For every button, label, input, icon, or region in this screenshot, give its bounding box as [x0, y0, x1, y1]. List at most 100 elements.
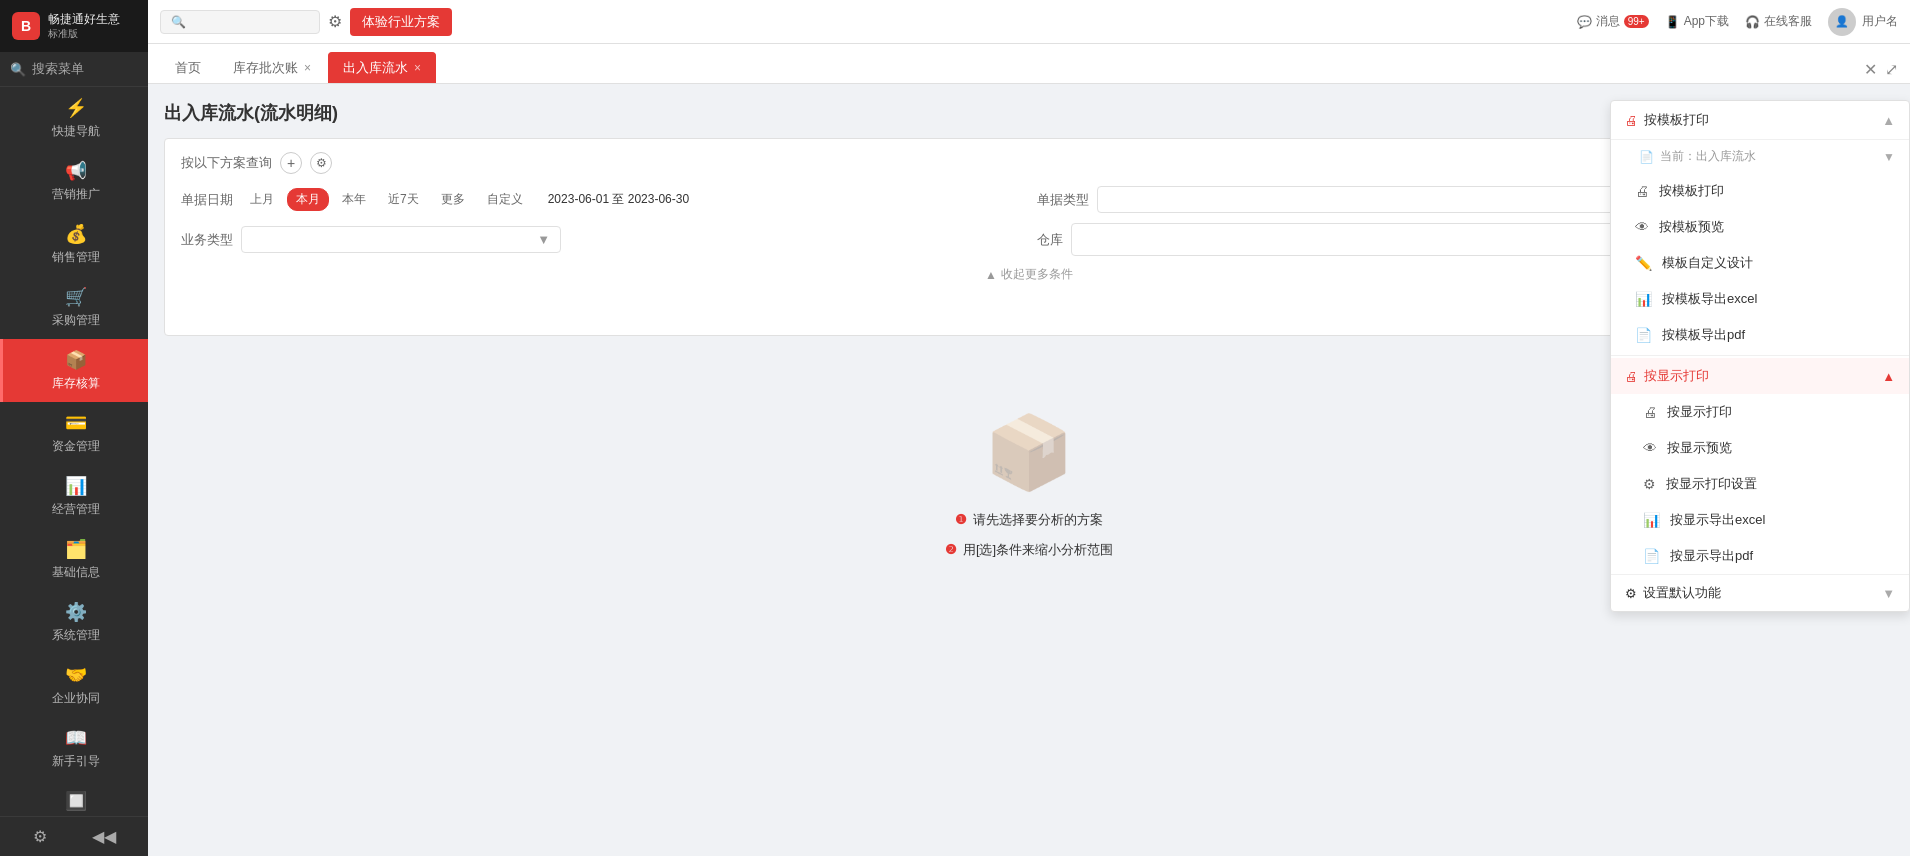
topbar-left: 🔍 ⚙ 体验行业方案 — [160, 8, 452, 36]
brand-sub: 标准版 — [48, 27, 120, 41]
biz-type-label: 业务类型 — [181, 231, 233, 249]
avatar: 👤 — [1828, 8, 1856, 36]
sidebar-item-guide[interactable]: 📖 新手引导 — [0, 717, 148, 780]
filter-settings-btn[interactable]: ⚙ — [310, 152, 332, 174]
marketing-icon: 📢 — [65, 160, 87, 182]
display-excel-label: 按显示导出excel — [1670, 511, 1765, 529]
tab-close-btn[interactable]: ✕ — [1864, 60, 1877, 79]
message-badge: 99+ — [1624, 15, 1649, 28]
message-item[interactable]: 💬 消息 99+ — [1577, 13, 1649, 30]
template-excel-icon: 📊 — [1635, 291, 1652, 307]
dropdown-subitem-display-excel[interactable]: 📊 按显示导出excel — [1611, 502, 1909, 538]
guide-label: 新手引导 — [52, 753, 100, 770]
dropdown-header-label: 按模板打印 — [1644, 111, 1709, 129]
template-pdf-icon: 📄 — [1635, 327, 1652, 343]
operations-icon: 📊 — [65, 475, 87, 497]
user-name: 用户名 — [1862, 13, 1898, 30]
industry-btn[interactable]: 体验行业方案 — [350, 8, 452, 36]
sidebar-item-operations[interactable]: 📊 经营管理 — [0, 465, 148, 528]
tab-inventory-batch-close[interactable]: × — [304, 61, 311, 75]
sidebar-item-system[interactable]: ⚙️ 系统管理 — [0, 591, 148, 654]
footer-settings-icon: ⚙ — [1625, 586, 1637, 601]
biz-type-arrow: ▼ — [537, 232, 550, 247]
display-settings-icon: ⚙ — [1643, 476, 1656, 492]
topbar: 🔍 ⚙ 体验行业方案 💬 消息 99+ 📱 App下载 🎧 在线客服 👤 — [148, 0, 1910, 44]
appstore-icon: 🔲 — [65, 790, 87, 812]
purchase-label: 采购管理 — [52, 312, 100, 329]
date-opt-last-month[interactable]: 上月 — [241, 188, 283, 211]
biz-type-select[interactable]: ▼ — [241, 226, 561, 253]
sidebar-item-inventory[interactable]: 📦 库存核算 — [0, 339, 148, 402]
dropdown-subitem-display-pdf[interactable]: 📄 按显示导出pdf — [1611, 538, 1909, 574]
dropdown-subitem-display-preview[interactable]: 👁 按显示预览 — [1611, 430, 1909, 466]
date-opt-current-month[interactable]: 本月 — [287, 188, 329, 211]
sidebar-item-finance[interactable]: 💳 资金管理 — [0, 402, 148, 465]
receipt-type-label: 单据类型 — [1037, 191, 1089, 209]
online-service-item[interactable]: 🎧 在线客服 — [1745, 13, 1812, 30]
footer-label: 设置默认功能 — [1643, 584, 1721, 602]
footer-arrow: ▼ — [1882, 586, 1895, 601]
sidebar-settings-btn[interactable]: ⚙ — [33, 827, 47, 846]
inventory-icon: 📦 — [65, 349, 87, 371]
topbar-search-box[interactable]: 🔍 — [160, 10, 320, 34]
date-opt-last-7-days[interactable]: 近7天 — [379, 188, 428, 211]
dropdown-item-template-preview[interactable]: 👁 按模板预览 — [1611, 209, 1909, 245]
collapse-button[interactable]: ▲ 收起更多条件 — [985, 266, 1073, 283]
dropdown-header-icon: 🖨 — [1625, 113, 1638, 128]
date-opt-current-year[interactable]: 本年 — [333, 188, 375, 211]
sidebar-item-basics[interactable]: 🗂️ 基础信息 — [0, 528, 148, 591]
dropdown-footer[interactable]: ⚙ 设置默认功能 ▼ — [1611, 574, 1909, 611]
cooperation-icon: 🤝 — [65, 664, 87, 686]
collapse-arrow-icon: ▲ — [985, 268, 997, 282]
topbar-search-icon: 🔍 — [171, 15, 186, 29]
date-options: 上月 本月 本年 近7天 更多 自定义 — [241, 188, 532, 211]
warehouse-label: 仓库 — [1037, 231, 1063, 249]
sidebar-item-purchase[interactable]: 🛒 采购管理 — [0, 276, 148, 339]
marketing-label: 营销推广 — [52, 186, 100, 203]
sidebar-item-marketing[interactable]: 📢 营销推广 — [0, 150, 148, 213]
brand-name: 畅捷通好生意 — [48, 11, 120, 28]
empty-state: 📦 ❶ 请先选择要分析的方案 ❷ 用[选]条件来缩小分析范围 — [945, 410, 1113, 563]
online-service-icon: 🎧 — [1745, 15, 1760, 29]
display-pdf-label: 按显示导出pdf — [1670, 547, 1753, 565]
finance-icon: 💳 — [65, 412, 87, 434]
filter-biz-type-field: 业务类型 ▼ — [181, 226, 1021, 253]
dropdown-subitem-display-settings[interactable]: ⚙ 按显示打印设置 — [1611, 466, 1909, 502]
dropdown-item-template-custom[interactable]: ✏️ 模板自定义设计 — [1611, 245, 1909, 281]
dropdown-current: 📄 当前：出入库流水 ▼ — [1611, 140, 1909, 173]
dropdown-collapse-btn[interactable]: ▲ — [1882, 113, 1895, 128]
tab-home[interactable]: 首页 — [160, 52, 216, 83]
tab-inventory-batch[interactable]: 库存批次账 × — [218, 52, 326, 83]
sidebar-item-cooperation[interactable]: 🤝 企业协同 — [0, 654, 148, 717]
current-template-icon: 📄 — [1639, 150, 1654, 164]
topbar-gear-icon[interactable]: ⚙ — [328, 12, 342, 31]
sidebar-item-appstore[interactable]: 🔲 应用中心 — [0, 780, 148, 816]
date-opt-more[interactable]: 更多 — [432, 188, 474, 211]
app-download-item[interactable]: 📱 App下载 — [1665, 13, 1729, 30]
dropdown-item-template-pdf[interactable]: 📄 按模板导出pdf — [1611, 317, 1909, 353]
sidebar-search[interactable]: 🔍 搜索菜单 — [0, 52, 148, 87]
submenu-collapse-icon: ▲ — [1882, 369, 1895, 384]
dropdown-overlay: 🖨 按模板打印 ▲ 📄 当前：出入库流水 ▼ 🖨 按模板打印 👁 按模板预览 ✏… — [1610, 100, 1910, 612]
tab-inout-flow-close[interactable]: × — [414, 61, 421, 75]
filter-add-btn[interactable]: + — [280, 152, 302, 174]
display-preview-icon: 👁 — [1643, 440, 1657, 456]
date-field-label: 单据日期 — [181, 191, 233, 209]
date-opt-custom[interactable]: 自定义 — [478, 188, 532, 211]
empty-tip-1: ❶ 请先选择要分析的方案 — [955, 511, 1103, 529]
dropdown-submenu-header[interactable]: 🖨 按显示打印 ▲ — [1611, 358, 1909, 394]
template-print-icon: 🖨 — [1635, 183, 1649, 199]
dropdown-item-template-excel[interactable]: 📊 按模板导出excel — [1611, 281, 1909, 317]
tab-maximize-btn[interactable]: ⤢ — [1885, 60, 1898, 79]
user-info[interactable]: 👤 用户名 — [1828, 8, 1898, 36]
template-custom-icon: ✏️ — [1635, 255, 1652, 271]
quick-nav-icon: ⚡ — [65, 97, 87, 119]
sidebar-item-sales[interactable]: 💰 销售管理 — [0, 213, 148, 276]
topbar-search-input[interactable] — [192, 15, 309, 29]
template-print-item-label: 按模板打印 — [1659, 182, 1724, 200]
sidebar-toggle-btn[interactable]: ◀◀ — [92, 827, 116, 846]
sidebar-item-quick-nav[interactable]: ⚡ 快捷导航 — [0, 87, 148, 150]
dropdown-subitem-display-print[interactable]: 🖨 按显示打印 — [1611, 394, 1909, 430]
dropdown-item-template-print[interactable]: 🖨 按模板打印 — [1611, 173, 1909, 209]
tab-inout-flow[interactable]: 出入库流水 × — [328, 52, 436, 83]
